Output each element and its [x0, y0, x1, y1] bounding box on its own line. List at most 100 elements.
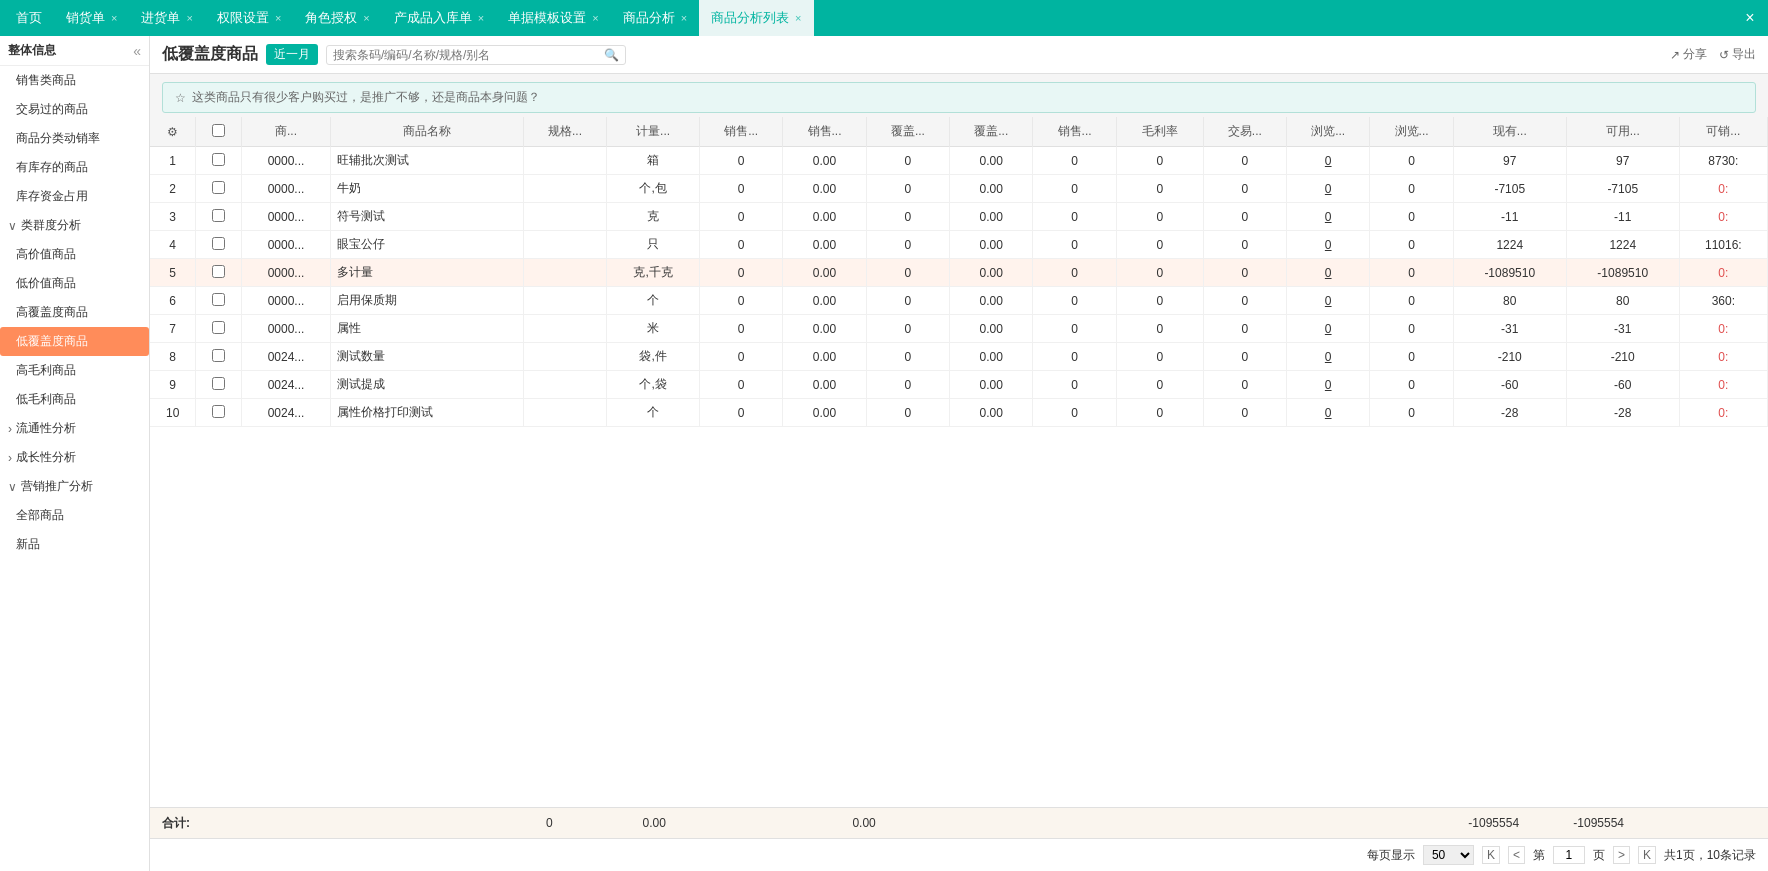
- row-checkbox[interactable]: [196, 315, 242, 343]
- sidebar-item-low-margin[interactable]: 低毛利商品: [0, 385, 149, 414]
- sidebar-section-marketing[interactable]: ∨ 营销推广分析: [0, 472, 149, 501]
- current-page-input[interactable]: [1553, 846, 1585, 864]
- sidebar-item-all-goods[interactable]: 全部商品: [0, 501, 149, 530]
- close-icon[interactable]: ×: [111, 12, 117, 24]
- row-name: 牛奶: [330, 175, 523, 203]
- nav-tab-home[interactable]: 首页: [4, 0, 54, 36]
- row-checkbox[interactable]: [196, 203, 242, 231]
- next-page-button[interactable]: >: [1613, 846, 1630, 864]
- close-icon[interactable]: ×: [363, 12, 369, 24]
- search-input[interactable]: [333, 48, 604, 62]
- row-checkbox[interactable]: [196, 399, 242, 427]
- row-select-checkbox[interactable]: [212, 265, 225, 278]
- row-transaction: 0: [1203, 343, 1286, 371]
- sidebar-item-high-margin[interactable]: 高毛利商品: [0, 356, 149, 385]
- row-code: 0000...: [242, 231, 330, 259]
- nav-tab-sales[interactable]: 销货单 ×: [54, 0, 129, 36]
- sidebar-item-category-rate[interactable]: 商品分类动销率: [0, 124, 149, 153]
- row-checkbox[interactable]: [196, 259, 242, 287]
- sidebar-item-low-coverage[interactable]: 低覆盖度商品: [0, 327, 149, 356]
- row-checkbox[interactable]: [196, 231, 242, 259]
- sidebar-section-growth[interactable]: › 成长性分析: [0, 443, 149, 472]
- row-transaction: 0: [1203, 203, 1286, 231]
- close-icon[interactable]: ×: [592, 12, 598, 24]
- row-select-checkbox[interactable]: [212, 293, 225, 306]
- row-checkbox[interactable]: [196, 147, 242, 175]
- per-page-select[interactable]: 50 20 100: [1423, 845, 1474, 865]
- table-row: 6 0000... 启用保质期 个 0 0.00 0 0.00 0 0 0 0 …: [150, 287, 1768, 315]
- browse1-link[interactable]: 0: [1287, 399, 1370, 427]
- footer-browse2: [1336, 814, 1441, 832]
- row-checkbox[interactable]: [196, 371, 242, 399]
- sidebar-item-high-coverage[interactable]: 高覆盖度商品: [0, 298, 149, 327]
- browse1-link[interactable]: 0: [1287, 203, 1370, 231]
- row-select-checkbox[interactable]: [212, 405, 225, 418]
- row-checkbox[interactable]: [196, 343, 242, 371]
- sidebar-section-circulation[interactable]: › 流通性分析: [0, 414, 149, 443]
- browse1-link[interactable]: 0: [1287, 259, 1370, 287]
- sidebar-item-new-goods[interactable]: 新品: [0, 530, 149, 559]
- row-select-checkbox[interactable]: [212, 321, 225, 334]
- nav-tab-finished-goods[interactable]: 产成品入库单 ×: [382, 0, 496, 36]
- sidebar-collapse-button[interactable]: «: [133, 43, 141, 59]
- sidebar-item-sales-goods[interactable]: 销售类商品: [0, 66, 149, 95]
- browse1-link[interactable]: 0: [1287, 371, 1370, 399]
- row-checkbox[interactable]: [196, 175, 242, 203]
- row-select-checkbox[interactable]: [212, 377, 225, 390]
- col-settings[interactable]: ⚙: [150, 117, 196, 147]
- row-sales-amount: 0.00: [783, 343, 866, 371]
- sidebar-item-stock-capital[interactable]: 库存资金占用: [0, 182, 149, 211]
- browse1-link[interactable]: 0: [1287, 343, 1370, 371]
- first-page-button[interactable]: K: [1482, 846, 1500, 864]
- sidebar-item-in-stock[interactable]: 有库存的商品: [0, 153, 149, 182]
- row-select-checkbox[interactable]: [212, 153, 225, 166]
- sidebar-item-traded-goods[interactable]: 交易过的商品: [0, 95, 149, 124]
- export-icon: ↺: [1719, 48, 1729, 62]
- time-filter-button[interactable]: 近一月: [266, 44, 318, 65]
- nav-tab-permissions[interactable]: 权限设置 ×: [205, 0, 293, 36]
- close-icon[interactable]: ×: [478, 12, 484, 24]
- row-select-checkbox[interactable]: [212, 237, 225, 250]
- nav-tab-role[interactable]: 角色授权 ×: [293, 0, 381, 36]
- col-checkbox[interactable]: [196, 117, 242, 147]
- close-icon[interactable]: ×: [795, 12, 801, 24]
- nav-tab-purchase[interactable]: 进货单 ×: [129, 0, 204, 36]
- footer-sales-amount: 0.00: [602, 814, 707, 832]
- last-page-button[interactable]: K: [1638, 846, 1656, 864]
- search-icon[interactable]: 🔍: [604, 48, 619, 62]
- row-sales-qty: 0: [700, 203, 783, 231]
- nav-tab-template[interactable]: 单据模板设置 ×: [496, 0, 610, 36]
- row-sales-qty: 0: [700, 175, 783, 203]
- nav-tab-goods-analysis[interactable]: 商品分析 ×: [611, 0, 699, 36]
- row-select-checkbox[interactable]: [212, 349, 225, 362]
- close-icon[interactable]: ×: [275, 12, 281, 24]
- row-sales-amount: 0.00: [783, 399, 866, 427]
- browse1-link[interactable]: 0: [1287, 287, 1370, 315]
- close-icon[interactable]: ×: [681, 12, 687, 24]
- table-row: 4 0000... 眼宝公仔 只 0 0.00 0 0.00 0 0 0 0 0…: [150, 231, 1768, 259]
- row-spec: [523, 371, 606, 399]
- window-close-button[interactable]: ×: [1736, 4, 1764, 32]
- share-button[interactable]: ↗ 分享: [1670, 46, 1707, 63]
- row-select-checkbox[interactable]: [212, 209, 225, 222]
- browse1-link[interactable]: 0: [1287, 231, 1370, 259]
- row-select-checkbox[interactable]: [212, 181, 225, 194]
- row-sales-qty: 0: [700, 343, 783, 371]
- row-checkbox[interactable]: [196, 287, 242, 315]
- select-all-checkbox[interactable]: [212, 124, 225, 137]
- sidebar-item-high-value[interactable]: 高价值商品: [0, 240, 149, 269]
- row-sellable: 0:: [1679, 343, 1767, 371]
- nav-tab-goods-analysis-list[interactable]: 商品分析列表 ×: [699, 0, 813, 36]
- sidebar-item-low-value[interactable]: 低价值商品: [0, 269, 149, 298]
- close-icon[interactable]: ×: [186, 12, 192, 24]
- export-button[interactable]: ↺ 导出: [1719, 46, 1756, 63]
- browse1-link[interactable]: 0: [1287, 315, 1370, 343]
- sidebar-section-cluster[interactable]: ∨ 类群度分析: [0, 211, 149, 240]
- footer-sales-qty: 0: [497, 814, 602, 832]
- browse1-link[interactable]: 0: [1287, 147, 1370, 175]
- prev-page-button[interactable]: <: [1508, 846, 1525, 864]
- row-coverage2: 0.00: [950, 315, 1033, 343]
- browse1-link[interactable]: 0: [1287, 175, 1370, 203]
- table-row: 5 0000... 多计量 克,千克 0 0.00 0 0.00 0 0 0 0…: [150, 259, 1768, 287]
- row-browse2: 0: [1370, 287, 1453, 315]
